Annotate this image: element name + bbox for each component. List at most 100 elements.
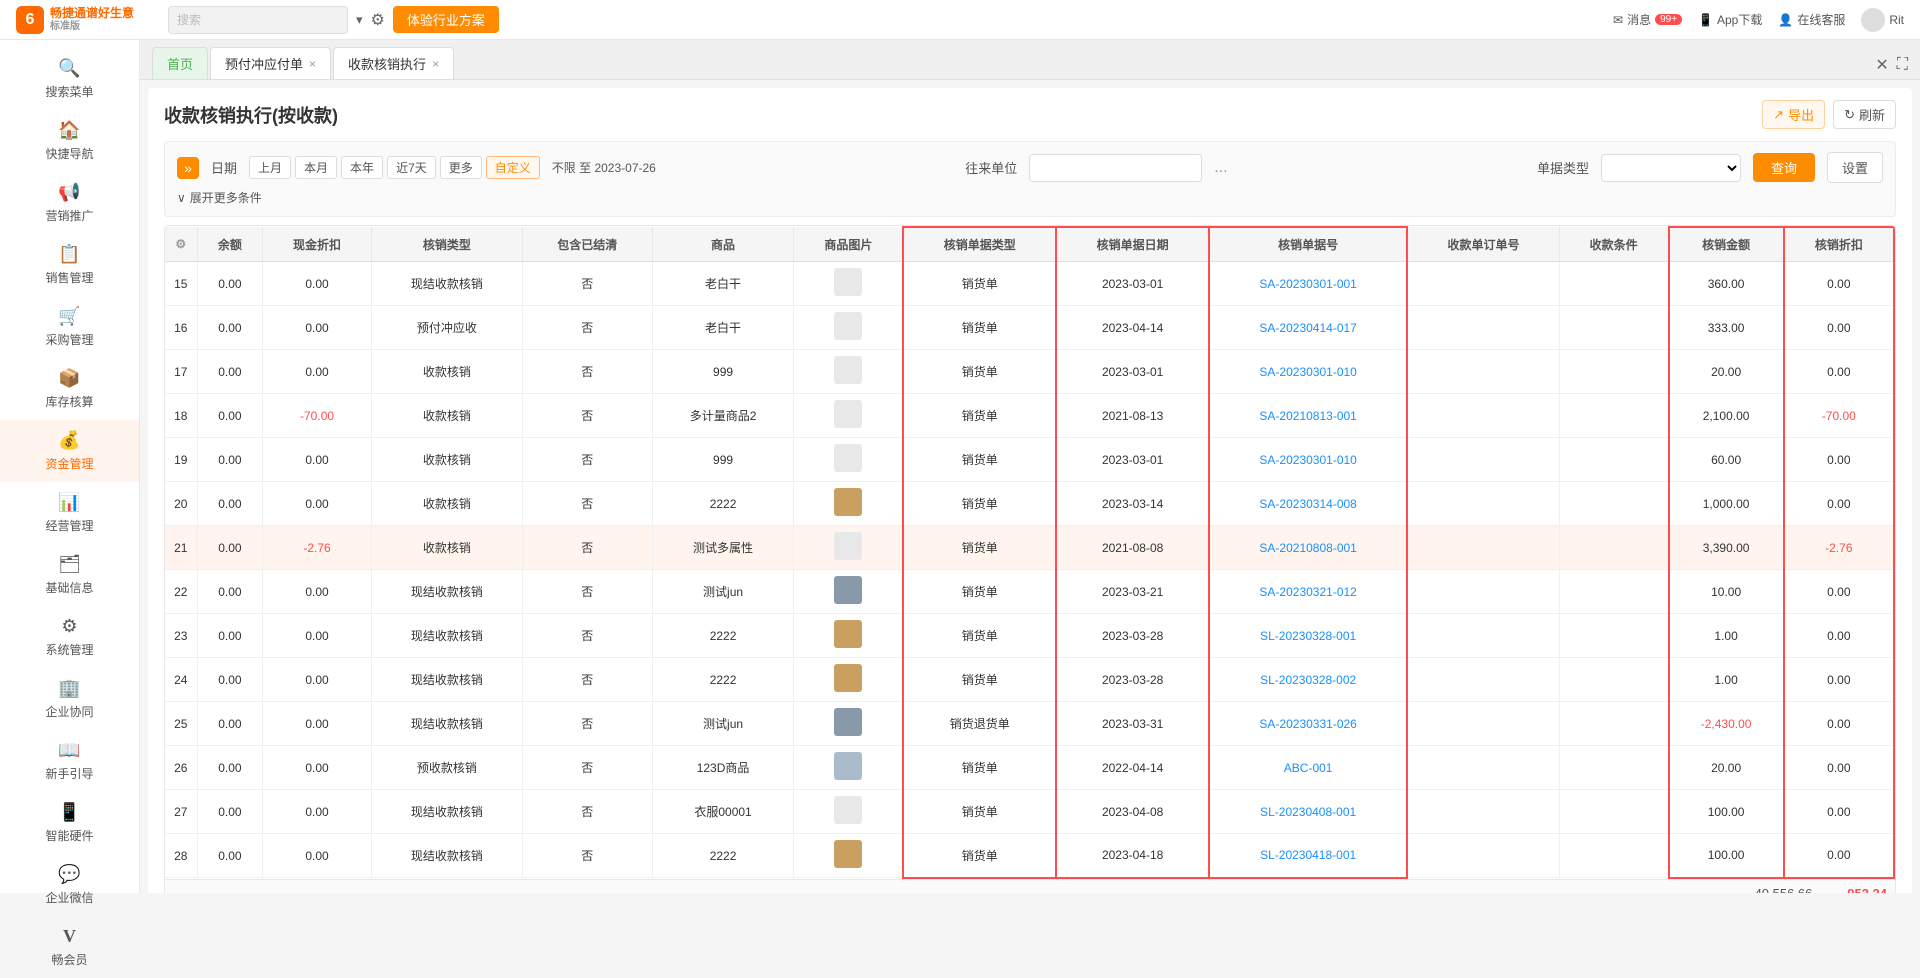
col-goods: 商品 [652, 227, 794, 262]
cell-goods: 999 [652, 350, 794, 394]
cell-discount: -2.76 [1784, 526, 1894, 570]
cell-verify-type: 现结收款核销 [371, 702, 522, 746]
this-month-btn[interactable]: 本月 [295, 156, 337, 179]
last-month-btn[interactable]: 上月 [249, 156, 291, 179]
cell-included: 否 [522, 482, 652, 526]
col-gear[interactable]: ⚙ [165, 227, 197, 262]
cell-doc-date: 2023-03-01 [1056, 438, 1209, 482]
table-row: 26 0.00 0.00 预收款核销 否 123D商品 销货单 2022-04-… [165, 746, 1894, 790]
messages-btn[interactable]: ✉ 消息 99+ [1613, 11, 1682, 28]
sidebar-item-search-menu[interactable]: 🔍 搜索菜单 [0, 48, 139, 110]
cell-verify-type: 现结收款核销 [371, 570, 522, 614]
sidebar-item-biz[interactable]: 📊 经营管理 [0, 482, 139, 544]
table-wrapper: ⚙ 余额 现金折扣 核销类型 包含已结清 商品 商品图片 核销单据类型 核销单据… [164, 225, 1896, 893]
tab-prepay-close[interactable]: × [309, 57, 316, 71]
refresh-btn[interactable]: ↻ 刷新 [1833, 100, 1896, 129]
cell-pay-cond [1559, 614, 1668, 658]
doc-no-link[interactable]: SA-20230301-001 [1259, 277, 1356, 291]
doc-no-link[interactable]: SL-20230328-002 [1260, 673, 1356, 687]
cell-verify-type: 收款核销 [371, 526, 522, 570]
cell-doc-date: 2023-03-14 [1056, 482, 1209, 526]
cell-order-no [1407, 702, 1559, 746]
export-btn[interactable]: ↗ 导出 [1762, 100, 1825, 129]
doc-no-link[interactable]: SA-20210808-001 [1259, 541, 1356, 555]
doc-no-link[interactable]: SA-20230314-008 [1259, 497, 1356, 511]
cell-goods: 测试jun [652, 570, 794, 614]
cell-cash-discount: 0.00 [263, 658, 371, 702]
custom-btn[interactable]: 自定义 [486, 156, 540, 179]
sidebar-item-beginner[interactable]: 📖 新手引导 [0, 730, 139, 792]
sidebar-item-inventory[interactable]: 📦 库存核算 [0, 358, 139, 420]
cell-order-no [1407, 790, 1559, 834]
cell-doc-no: SA-20210808-001 [1209, 526, 1407, 570]
doc-no-link[interactable]: ABC-001 [1284, 761, 1333, 775]
app-download-btn[interactable]: 📱 App下载 [1698, 11, 1762, 28]
tab-prepay[interactable]: 预付冲应付单 × [210, 47, 331, 79]
sidebar-item-quick-nav[interactable]: 🏠 快捷导航 [0, 110, 139, 172]
brand-logo: 6 畅捷通谱好生意 标准版 [16, 6, 156, 34]
window-close-icon[interactable]: ✕ [1875, 55, 1888, 75]
cell-order-no [1407, 262, 1559, 306]
col-cash-discount: 现金折扣 [263, 227, 371, 262]
cell-included: 否 [522, 614, 652, 658]
search-box[interactable]: 搜索 [168, 6, 348, 34]
7days-btn[interactable]: 近7天 [387, 156, 436, 179]
cell-goods: 老白干 [652, 262, 794, 306]
cell-doc-no: SA-20230414-017 [1209, 306, 1407, 350]
filter-toggle-btn[interactable]: » [177, 157, 199, 179]
sidebar-item-smart-hw[interactable]: 📱 智能硬件 [0, 792, 139, 854]
sidebar-item-label: 快捷导航 [45, 145, 93, 162]
tab-home[interactable]: 首页 [152, 47, 208, 79]
date-btns: 上月 本月 本年 近7天 更多 自定义 [249, 156, 540, 179]
doc-no-link[interactable]: SA-20230321-012 [1259, 585, 1356, 599]
doc-no-link[interactable]: SA-20230414-017 [1259, 321, 1356, 335]
doc-no-link[interactable]: SA-20230331-026 [1259, 717, 1356, 731]
tab-bar: 首页 预付冲应付单 × 收款核销执行 × ✕ ⛶ [140, 40, 1920, 80]
doc-no-link[interactable]: SA-20210813-001 [1259, 409, 1356, 423]
cell-discount: 0.00 [1784, 746, 1894, 790]
doc-no-link[interactable]: SL-20230418-001 [1260, 848, 1356, 862]
user-btn[interactable]: Rit [1861, 8, 1904, 32]
from-unit-dots[interactable]: ... [1214, 159, 1227, 177]
sidebar-item-fund[interactable]: 💰 资金管理 [0, 420, 139, 482]
tab-verify[interactable]: 收款核销执行 × [333, 47, 454, 79]
sidebar-item-marketing[interactable]: 📢 营销推广 [0, 172, 139, 234]
user-name: Rit [1889, 13, 1904, 27]
table-row: 17 0.00 0.00 收款核销 否 999 销货单 2023-03-01 S… [165, 350, 1894, 394]
cell-goods-img [794, 702, 903, 746]
sidebar-item-system[interactable]: ⚙ 系统管理 [0, 606, 139, 668]
more-btn[interactable]: 更多 [440, 156, 482, 179]
online-service-btn[interactable]: 👤 在线客服 [1778, 11, 1845, 28]
sidebar-item-corp[interactable]: 🏢 企业协同 [0, 668, 139, 730]
settings-icon[interactable]: ⚙ [371, 10, 385, 30]
doc-no-link[interactable]: SA-20230301-010 [1259, 453, 1356, 467]
cell-cash-discount: -2.76 [263, 526, 371, 570]
cell-included: 否 [522, 438, 652, 482]
cell-order-no [1407, 350, 1559, 394]
sidebar-item-vip[interactable]: V 畅会员 [0, 916, 139, 978]
cell-goods: 衣服00001 [652, 790, 794, 834]
doc-no-link[interactable]: SL-20230408-001 [1260, 805, 1356, 819]
doc-type-select[interactable] [1601, 154, 1741, 182]
query-btn[interactable]: 查询 [1753, 153, 1815, 182]
window-expand-icon[interactable]: ⛶ [1897, 56, 1908, 74]
from-unit-input[interactable] [1029, 154, 1202, 182]
table-header-row: ⚙ 余额 现金折扣 核销类型 包含已结清 商品 商品图片 核销单据类型 核销单据… [165, 227, 1894, 262]
cell-doc-date: 2023-03-01 [1056, 262, 1209, 306]
logo-icon: 6 [16, 6, 44, 34]
sidebar-item-purchase[interactable]: 🛒 采购管理 [0, 296, 139, 358]
filter-settings-btn[interactable]: 设置 [1827, 152, 1883, 183]
cell-verify-type: 收款核销 [371, 394, 522, 438]
sidebar-item-sales[interactable]: 📋 销售管理 [0, 234, 139, 296]
sidebar-item-wechat[interactable]: 💬 企业微信 [0, 854, 139, 916]
tab-verify-close[interactable]: × [432, 57, 439, 71]
dropdown-btn[interactable]: ▾ [356, 12, 363, 28]
industry-btn[interactable]: 体验行业方案 [393, 6, 499, 33]
sidebar-item-base[interactable]: 🗂 基础信息 [0, 544, 139, 606]
filter-expand[interactable]: ∨ 展开更多条件 [177, 189, 1883, 206]
doc-no-link[interactable]: SA-20230301-010 [1259, 365, 1356, 379]
doc-no-link[interactable]: SL-20230328-001 [1260, 629, 1356, 643]
this-year-btn[interactable]: 本年 [341, 156, 383, 179]
cell-cash-discount: 0.00 [263, 482, 371, 526]
cell-amount: 1.00 [1669, 614, 1784, 658]
